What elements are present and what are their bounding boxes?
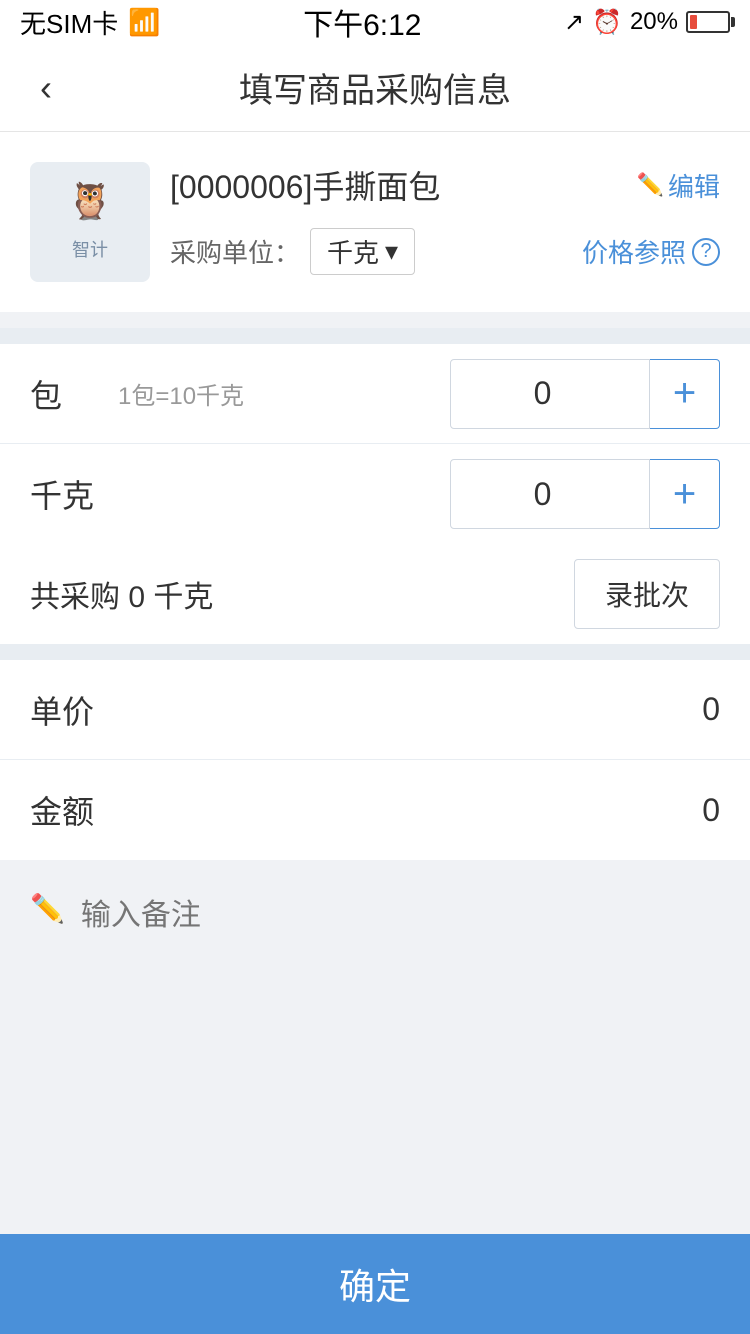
kg-plus-button[interactable]: + [650, 459, 720, 529]
total-row: 共采购 0 千克 录批次 [0, 544, 750, 644]
chevron-down-icon: ▾ [385, 236, 398, 267]
note-section: ✏️ [0, 860, 750, 1025]
amount-value: 0 [702, 792, 720, 829]
status-bar: 无SIM卡 📶 下午6:12 ↗ ⏰ 20% [0, 0, 750, 44]
bao-input[interactable] [450, 359, 650, 429]
product-image: 🦉智计 [30, 162, 150, 282]
section-divider-1 [0, 328, 750, 344]
unit-price-label: 单价 [30, 687, 94, 733]
alarm-icon: ⏰ [592, 8, 622, 37]
section-divider-2 [0, 644, 750, 660]
battery-icon [686, 11, 730, 33]
total-value: 0 [128, 581, 145, 614]
price-ref-button[interactable]: 价格参照 ? [582, 233, 720, 270]
kg-input[interactable] [450, 459, 650, 529]
unit-select[interactable]: 千克 ▾ [310, 228, 415, 275]
product-name-row: [0000006]手撕面包 ✏️ 编辑 [170, 162, 720, 208]
product-logo: 🦉智计 [68, 179, 113, 265]
status-right: ↗ ⏰ 20% [564, 8, 730, 37]
main-content: 🦉智计 [0000006]手撕面包 ✏️ 编辑 采购单位： 千克 ▾ [0, 132, 750, 1125]
note-input[interactable] [81, 890, 720, 995]
bao-label: 包 [30, 371, 110, 417]
product-name: [0000006]手撕面包 [170, 162, 440, 208]
unit-price-row: 单价 0 [0, 660, 750, 760]
bao-plus-button[interactable]: + [650, 359, 720, 429]
product-info: [0000006]手撕面包 ✏️ 编辑 采购单位： 千克 ▾ 价格参照 [170, 162, 720, 275]
battery-fill [690, 15, 697, 29]
edit-button[interactable]: ✏️ 编辑 [637, 167, 720, 204]
nav-bar: ‹ 填写商品采购信息 [0, 44, 750, 132]
record-batch-button[interactable]: 录批次 [574, 559, 720, 629]
status-time: 下午6:12 [303, 0, 421, 44]
edit-icon: ✏️ [637, 172, 664, 198]
purchase-unit-row: 采购单位： 千克 ▾ 价格参照 ? [170, 228, 720, 275]
status-left: 无SIM卡 📶 [20, 4, 161, 41]
purchase-unit-label: 采购单位： [170, 233, 300, 270]
location-icon: ↗ [564, 8, 584, 37]
battery-text: 20% [630, 8, 678, 36]
product-card: 🦉智计 [0000006]手撕面包 ✏️ 编辑 采购单位： 千克 ▾ [0, 132, 750, 312]
price-section: 单价 0 金额 0 [0, 660, 750, 860]
wifi-icon: 📶 [128, 7, 160, 38]
confirm-button[interactable]: 确定 [0, 1234, 750, 1334]
kg-input-wrap: + [450, 459, 720, 529]
bao-input-row: 包 1包=10千克 + [0, 344, 750, 444]
total-label: 共采购 0 千克 [30, 572, 213, 616]
amount-row: 金额 0 [0, 760, 750, 860]
bao-sublabel: 1包=10千克 [118, 376, 244, 411]
price-ref-info-icon: ? [692, 238, 720, 266]
back-button[interactable]: ‹ [30, 57, 62, 119]
amount-label: 金额 [30, 787, 94, 833]
pencil-icon: ✏️ [30, 892, 65, 925]
kg-label: 千克 [30, 471, 110, 517]
page-title: 填写商品采购信息 [239, 63, 511, 112]
unit-price-value: 0 [702, 691, 720, 728]
bao-input-wrap: + [450, 359, 720, 429]
input-section: 包 1包=10千克 + 千克 + [0, 344, 750, 544]
signal-text: 无SIM卡 [20, 4, 118, 41]
kg-input-row: 千克 + [0, 444, 750, 544]
